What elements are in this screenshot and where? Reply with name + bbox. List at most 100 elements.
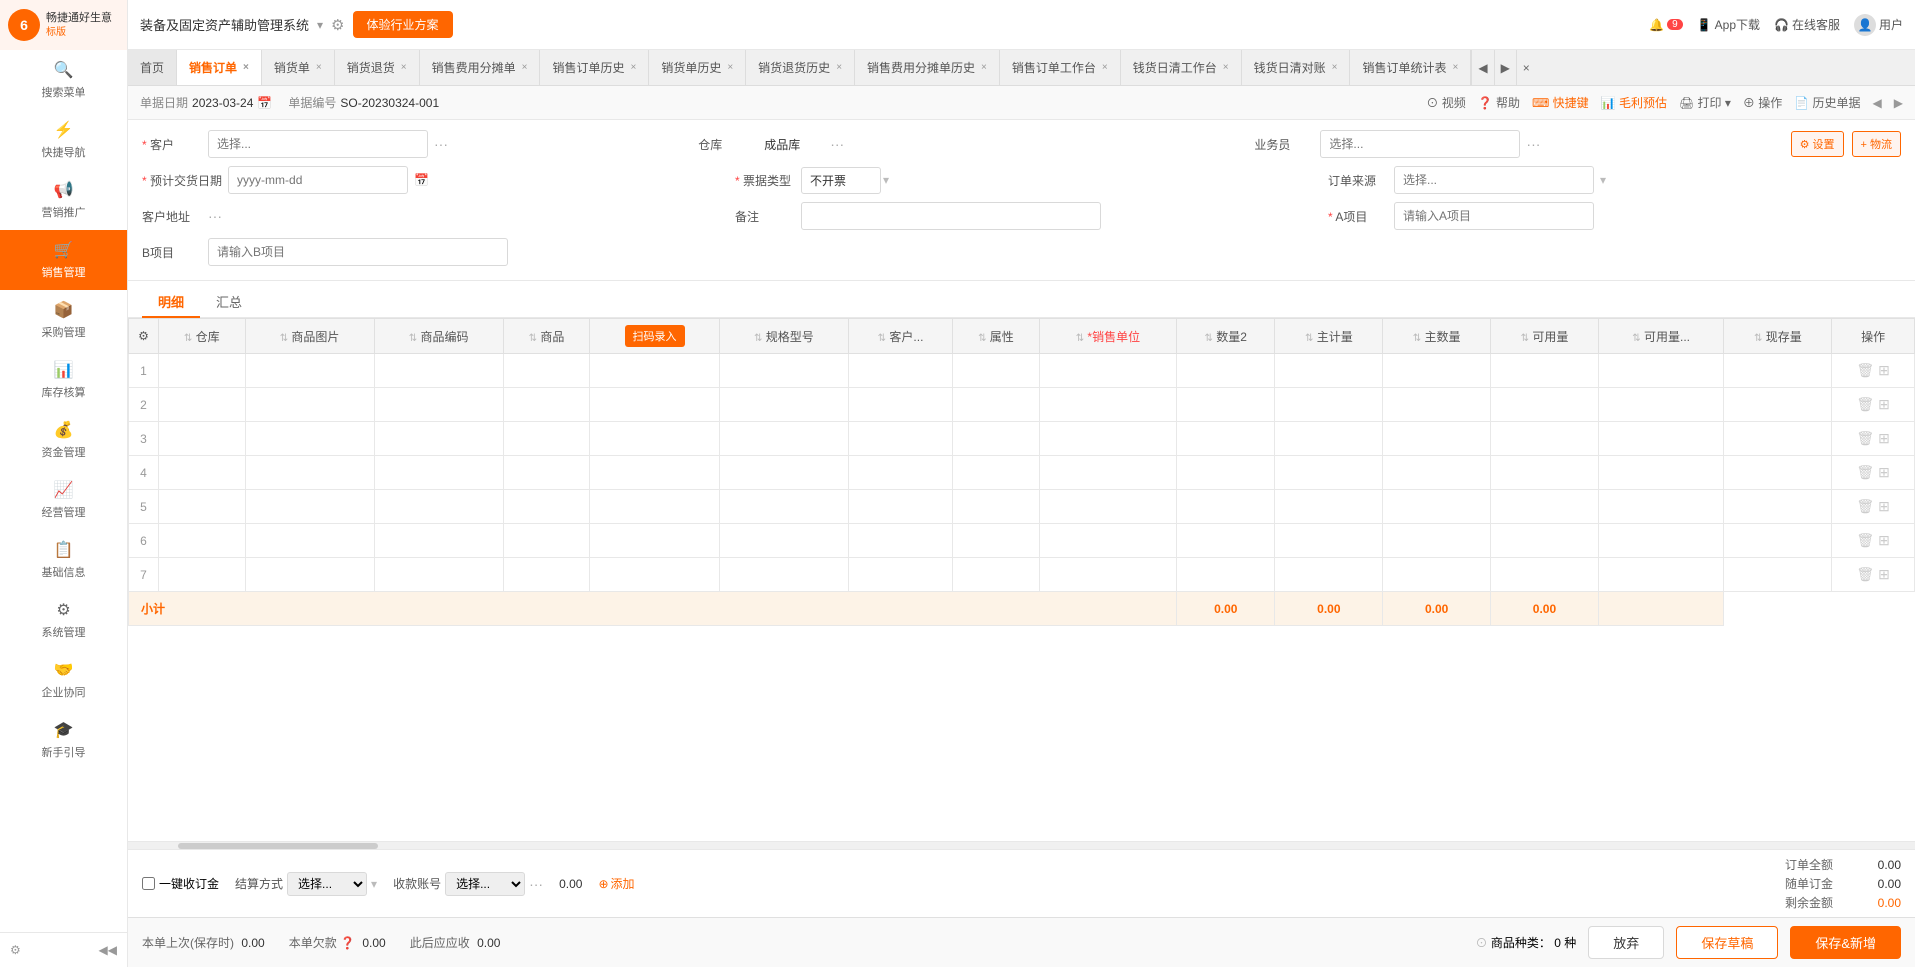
copy-icon[interactable]: ⊞ bbox=[1878, 362, 1890, 379]
salesperson-more-icon[interactable]: ··· bbox=[1526, 136, 1540, 152]
sort-icon[interactable]: ⇅ bbox=[754, 333, 762, 344]
table-cell[interactable] bbox=[159, 422, 246, 456]
table-cell[interactable] bbox=[1177, 524, 1275, 558]
tab-close-icon[interactable]: × bbox=[1102, 62, 1108, 73]
table-cell[interactable] bbox=[1383, 558, 1491, 592]
table-cell[interactable] bbox=[245, 490, 374, 524]
table-cell[interactable] bbox=[1039, 558, 1176, 592]
table-cell[interactable] bbox=[503, 422, 590, 456]
detail-tab-汇总[interactable]: 汇总 bbox=[200, 287, 258, 318]
warehouse-value[interactable]: 成品库 bbox=[764, 136, 824, 153]
table-cell[interactable] bbox=[1275, 490, 1383, 524]
table-cell[interactable] bbox=[1491, 490, 1599, 524]
table-cell[interactable] bbox=[1177, 558, 1275, 592]
table-cell[interactable] bbox=[848, 422, 952, 456]
one-click-checkbox[interactable]: 一键收订金 bbox=[142, 875, 219, 892]
copy-icon[interactable]: ⊞ bbox=[1878, 430, 1890, 447]
table-cell[interactable] bbox=[1039, 354, 1176, 388]
table-cell[interactable] bbox=[719, 422, 848, 456]
table-cell[interactable] bbox=[374, 524, 503, 558]
table-cell[interactable] bbox=[503, 490, 590, 524]
table-cell[interactable] bbox=[848, 456, 952, 490]
table-cell[interactable] bbox=[1724, 354, 1832, 388]
sidebar-settings-icon[interactable]: ⚙ bbox=[10, 943, 21, 957]
copy-icon[interactable]: ⊞ bbox=[1878, 532, 1890, 549]
table-cell[interactable] bbox=[159, 354, 246, 388]
sidebar-item-库存核算[interactable]: 📊 库存核算 bbox=[0, 350, 127, 410]
calendar-icon[interactable]: 📅 bbox=[257, 96, 272, 110]
customer-address-more-icon[interactable]: ··· bbox=[208, 208, 222, 224]
tab-钱货日清对账[interactable]: 钱货日清对账× bbox=[1242, 50, 1351, 86]
table-cell[interactable] bbox=[1039, 524, 1176, 558]
table-cell[interactable] bbox=[1177, 388, 1275, 422]
sort-icon[interactable]: ⇅ bbox=[1205, 333, 1213, 344]
sidebar-item-快捷导航[interactable]: ⚡ 快捷导航 bbox=[0, 110, 127, 170]
add-item-btn[interactable]: + 物流 bbox=[1852, 131, 1901, 157]
table-cell[interactable] bbox=[1177, 354, 1275, 388]
table-cell[interactable] bbox=[245, 558, 374, 592]
sidebar-item-采购管理[interactable]: 📦 采购管理 bbox=[0, 290, 127, 350]
sidebar-item-基础信息[interactable]: 📋 基础信息 bbox=[0, 530, 127, 590]
table-cell[interactable] bbox=[245, 422, 374, 456]
table-cell[interactable] bbox=[719, 456, 848, 490]
tab-close-icon[interactable]: × bbox=[316, 62, 322, 73]
tab-close-icon[interactable]: × bbox=[630, 62, 636, 73]
table-cell[interactable] bbox=[1383, 388, 1491, 422]
table-cell[interactable] bbox=[953, 490, 1040, 524]
save-new-button[interactable]: 保存&新增 bbox=[1790, 926, 1901, 959]
table-cell[interactable] bbox=[590, 354, 720, 388]
settings-corner-btn[interactable]: ⚙ 设置 bbox=[1791, 131, 1844, 157]
table-cell[interactable] bbox=[1724, 422, 1832, 456]
tab-prev-btn[interactable]: ◀ bbox=[1471, 50, 1493, 86]
table-cell[interactable] bbox=[245, 524, 374, 558]
copy-icon[interactable]: ⊞ bbox=[1878, 566, 1890, 583]
online-service-item[interactable]: 🎧 在线客服 bbox=[1774, 16, 1840, 33]
table-cell[interactable] bbox=[374, 558, 503, 592]
table-cell[interactable] bbox=[1491, 558, 1599, 592]
table-cell[interactable] bbox=[1598, 354, 1724, 388]
table-cell[interactable] bbox=[159, 456, 246, 490]
table-cell[interactable] bbox=[590, 456, 720, 490]
table-cell[interactable] bbox=[953, 524, 1040, 558]
tab-销货退货历史[interactable]: 销货退货历史× bbox=[746, 50, 855, 86]
table-cell[interactable] bbox=[1039, 456, 1176, 490]
print-link[interactable]: 🖨 打印 ▾ bbox=[1679, 94, 1731, 111]
table-cell[interactable] bbox=[719, 558, 848, 592]
sort-icon[interactable]: ⇅ bbox=[1076, 333, 1084, 344]
table-cell[interactable] bbox=[1275, 388, 1383, 422]
tab-销售订单历史[interactable]: 销售订单历史× bbox=[540, 50, 649, 86]
table-cell[interactable] bbox=[1724, 456, 1832, 490]
table-cell[interactable] bbox=[1491, 354, 1599, 388]
copy-icon[interactable]: ⊞ bbox=[1878, 396, 1890, 413]
help-link[interactable]: ❓ 帮助 bbox=[1478, 94, 1520, 111]
table-cell[interactable] bbox=[848, 490, 952, 524]
table-cell[interactable] bbox=[953, 456, 1040, 490]
detail-tab-明细[interactable]: 明细 bbox=[142, 287, 200, 318]
scan-btn[interactable]: 扫码录入 bbox=[625, 325, 685, 347]
copy-icon[interactable]: ⊞ bbox=[1878, 464, 1890, 481]
salesperson-input[interactable] bbox=[1320, 130, 1520, 158]
tab-close-icon[interactable]: × bbox=[1223, 62, 1229, 73]
table-cell[interactable] bbox=[159, 558, 246, 592]
tab-钱货日清工作台[interactable]: 钱货日清工作台× bbox=[1121, 50, 1242, 86]
current-debt-help-icon[interactable]: ❓ bbox=[340, 936, 355, 950]
table-cell[interactable] bbox=[503, 524, 590, 558]
user-item[interactable]: 👤 用户 bbox=[1854, 14, 1903, 36]
table-cell[interactable] bbox=[719, 490, 848, 524]
b-project-input[interactable] bbox=[208, 238, 508, 266]
table-cell[interactable] bbox=[1598, 558, 1724, 592]
table-cell[interactable] bbox=[1491, 388, 1599, 422]
table-cell[interactable] bbox=[719, 388, 848, 422]
tab-销售费用分摊单[interactable]: 销售费用分摊单× bbox=[420, 50, 541, 86]
table-cell[interactable] bbox=[245, 456, 374, 490]
delete-icon[interactable]: 🗑 bbox=[1856, 532, 1874, 549]
table-cell[interactable] bbox=[374, 388, 503, 422]
table-cell[interactable] bbox=[590, 388, 720, 422]
sidebar-item-营销推广[interactable]: 📢 营销推广 bbox=[0, 170, 127, 230]
table-cell[interactable] bbox=[1177, 456, 1275, 490]
sort-icon[interactable]: ⇅ bbox=[1754, 333, 1762, 344]
delivery-calendar-icon[interactable]: 📅 bbox=[414, 173, 429, 187]
table-container[interactable]: ⚙⇅ 仓库⇅ 商品图片⇅ 商品编码⇅ 商品扫码录入⇅ 规格型号⇅ 客户...⇅ … bbox=[128, 318, 1915, 841]
toolbar-next-btn[interactable]: ▶ bbox=[1894, 96, 1903, 110]
sidebar-item-系统管理[interactable]: ⚙ 系统管理 bbox=[0, 590, 127, 650]
